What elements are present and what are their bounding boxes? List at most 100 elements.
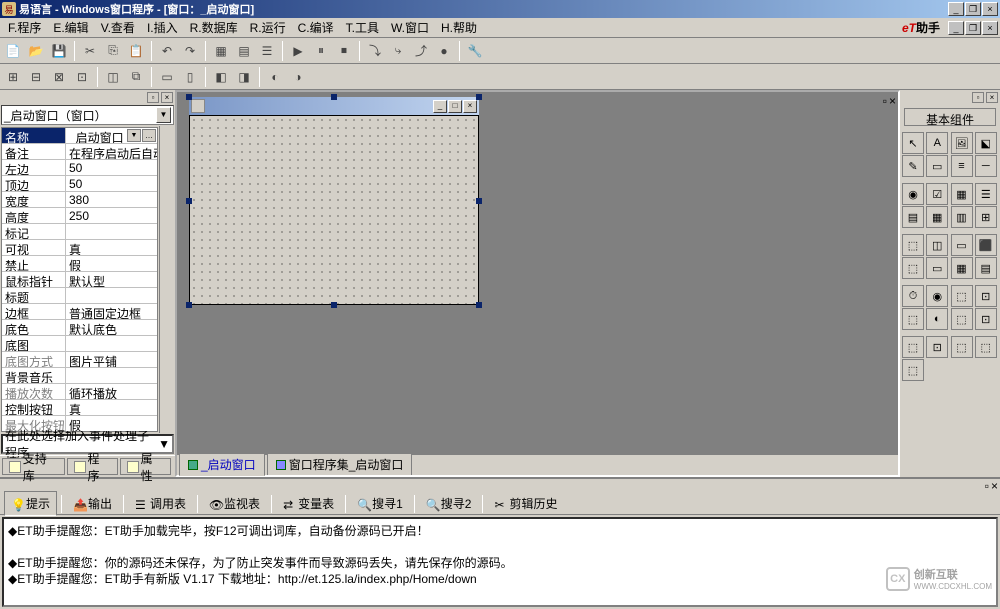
property-value[interactable]: [66, 288, 157, 303]
output-tab-5[interactable]: 🔍搜寻1: [350, 491, 410, 516]
align-3[interactable]: ⊠: [48, 66, 70, 88]
form-close-button[interactable]: ×: [463, 100, 477, 113]
tab-program[interactable]: 程序: [67, 458, 118, 475]
toolbox-item-8[interactable]: ◉: [902, 183, 924, 205]
property-row[interactable]: 控制按钮真: [2, 400, 157, 416]
output-tab-6[interactable]: 🔍搜寻2: [419, 491, 479, 516]
breakpoint-button[interactable]: ●: [433, 40, 455, 62]
menu-edit[interactable]: E.编辑: [47, 17, 94, 38]
mdi-minimize-button[interactable]: _: [948, 21, 964, 35]
align-5[interactable]: ◫: [102, 66, 124, 88]
stop-button[interactable]: ⏹: [333, 40, 355, 62]
toolbox-item-4[interactable]: ✎: [902, 155, 924, 177]
form-min-button[interactable]: _: [433, 100, 447, 113]
property-row[interactable]: 备注在程序启动后自动: [2, 144, 157, 160]
property-row[interactable]: 底色默认底色: [2, 320, 157, 336]
toolbox-item-6[interactable]: ≡: [951, 155, 973, 177]
property-row[interactable]: 高度250: [2, 208, 157, 224]
property-value[interactable]: [66, 224, 157, 239]
et-assistant-badge[interactable]: eT助手: [898, 19, 944, 36]
toolbox-item-14[interactable]: ▥: [951, 206, 973, 228]
toolbox-item-9[interactable]: ☑: [926, 183, 948, 205]
property-row[interactable]: 边框普通固定边框: [2, 304, 157, 320]
toolbox-item-12[interactable]: ▤: [902, 206, 924, 228]
toolbox-item-10[interactable]: ▦: [951, 183, 973, 205]
toolbox-item-29[interactable]: ◐: [926, 308, 948, 330]
property-value[interactable]: [66, 368, 157, 383]
property-grid[interactable]: 名称_启动窗口…▼备注在程序启动后自动左边50顶边50宽度380高度250标记可…: [1, 127, 158, 432]
property-row[interactable]: 名称_启动窗口…▼: [2, 128, 157, 144]
new-button[interactable]: 📄: [2, 40, 24, 62]
toolbox-item-20[interactable]: ⬚: [902, 257, 924, 279]
menu-tools[interactable]: T.工具: [340, 17, 385, 38]
property-value[interactable]: [66, 336, 157, 351]
resize-handle-ne[interactable]: [476, 94, 482, 100]
form-client-area[interactable]: [189, 115, 479, 305]
align-12[interactable]: ◑: [287, 66, 309, 88]
tab-code-module[interactable]: 窗口程序集_启动窗口: [267, 453, 413, 475]
tool-2[interactable]: ▤: [233, 40, 255, 62]
property-value[interactable]: 假: [66, 416, 157, 431]
property-row[interactable]: 可视真: [2, 240, 157, 256]
property-row[interactable]: 禁止假: [2, 256, 157, 272]
toolbox-item-31[interactable]: ⊡: [975, 308, 997, 330]
toolbox-item-33[interactable]: ⊡: [926, 336, 948, 358]
toolbox-item-3[interactable]: ⬕: [975, 132, 997, 154]
toolbox-float-button[interactable]: ▫: [972, 92, 984, 103]
panel-close-button[interactable]: ×: [161, 92, 173, 103]
run-button[interactable]: ▶: [287, 40, 309, 62]
toolbox-item-17[interactable]: ◫: [926, 234, 948, 256]
toolbox-item-19[interactable]: ⬛: [975, 234, 997, 256]
toolbox-item-35[interactable]: ⬚: [975, 336, 997, 358]
copy-button[interactable]: ⎘: [102, 40, 124, 62]
toolbox-item-36[interactable]: ⬚: [902, 359, 924, 381]
undo-button[interactable]: ↶: [156, 40, 178, 62]
property-row[interactable]: 底图: [2, 336, 157, 352]
property-scrollbar[interactable]: [159, 126, 175, 433]
property-value[interactable]: 真: [66, 240, 157, 255]
pause-button[interactable]: ⏸: [310, 40, 332, 62]
toolbox-item-21[interactable]: ▭: [926, 257, 948, 279]
toolbox-item-2[interactable]: 🖼: [951, 132, 973, 154]
property-row[interactable]: 宽度380: [2, 192, 157, 208]
resize-handle-n[interactable]: [331, 94, 337, 100]
property-value[interactable]: 250: [66, 208, 157, 223]
property-value[interactable]: 循环播放: [66, 384, 157, 399]
menu-insert[interactable]: I.插入: [141, 17, 184, 38]
form-max-button[interactable]: □: [448, 100, 462, 113]
resize-handle-e[interactable]: [476, 198, 482, 204]
toolbox-item-0[interactable]: ↖: [902, 132, 924, 154]
property-value[interactable]: 真: [66, 400, 157, 415]
tab-support-lib[interactable]: 支持库: [2, 458, 65, 475]
menu-run[interactable]: R.运行: [244, 17, 292, 38]
property-value[interactable]: 图片平铺: [66, 352, 157, 367]
toolbox-item-15[interactable]: ⊞: [975, 206, 997, 228]
property-value[interactable]: 50: [66, 176, 157, 191]
toolbox-item-11[interactable]: ☰: [975, 183, 997, 205]
align-4[interactable]: ⊡: [71, 66, 93, 88]
property-value[interactable]: 普通固定边框: [66, 304, 157, 319]
property-row[interactable]: 底图方式图片平铺: [2, 352, 157, 368]
dropdown-arrow-icon[interactable]: ▼: [156, 107, 171, 123]
property-row[interactable]: 标题: [2, 288, 157, 304]
output-tab-7[interactable]: ✂剪辑历史: [487, 491, 564, 516]
property-row[interactable]: 左边50: [2, 160, 157, 176]
menu-help[interactable]: H.帮助: [435, 17, 483, 38]
menu-database[interactable]: R.数据库: [184, 17, 244, 38]
align-7[interactable]: ▭: [156, 66, 178, 88]
toolbox-item-27[interactable]: ⊡: [975, 285, 997, 307]
tool-end[interactable]: 🔧: [464, 40, 486, 62]
property-row[interactable]: 背景音乐: [2, 368, 157, 384]
resize-handle-nw[interactable]: [186, 94, 192, 100]
toolbox-item-22[interactable]: ▦: [951, 257, 973, 279]
save-button[interactable]: 💾: [48, 40, 70, 62]
toolbox-item-30[interactable]: ⬚: [951, 308, 973, 330]
align-9[interactable]: ◧: [210, 66, 232, 88]
align-2[interactable]: ⊟: [25, 66, 47, 88]
paste-button[interactable]: 📋: [125, 40, 147, 62]
toolbox-item-5[interactable]: ▭: [926, 155, 948, 177]
toolbox-item-13[interactable]: ▦: [926, 206, 948, 228]
resize-handle-s[interactable]: [331, 302, 337, 308]
align-8[interactable]: ▯: [179, 66, 201, 88]
design-form[interactable]: _ □ ×: [189, 97, 479, 305]
